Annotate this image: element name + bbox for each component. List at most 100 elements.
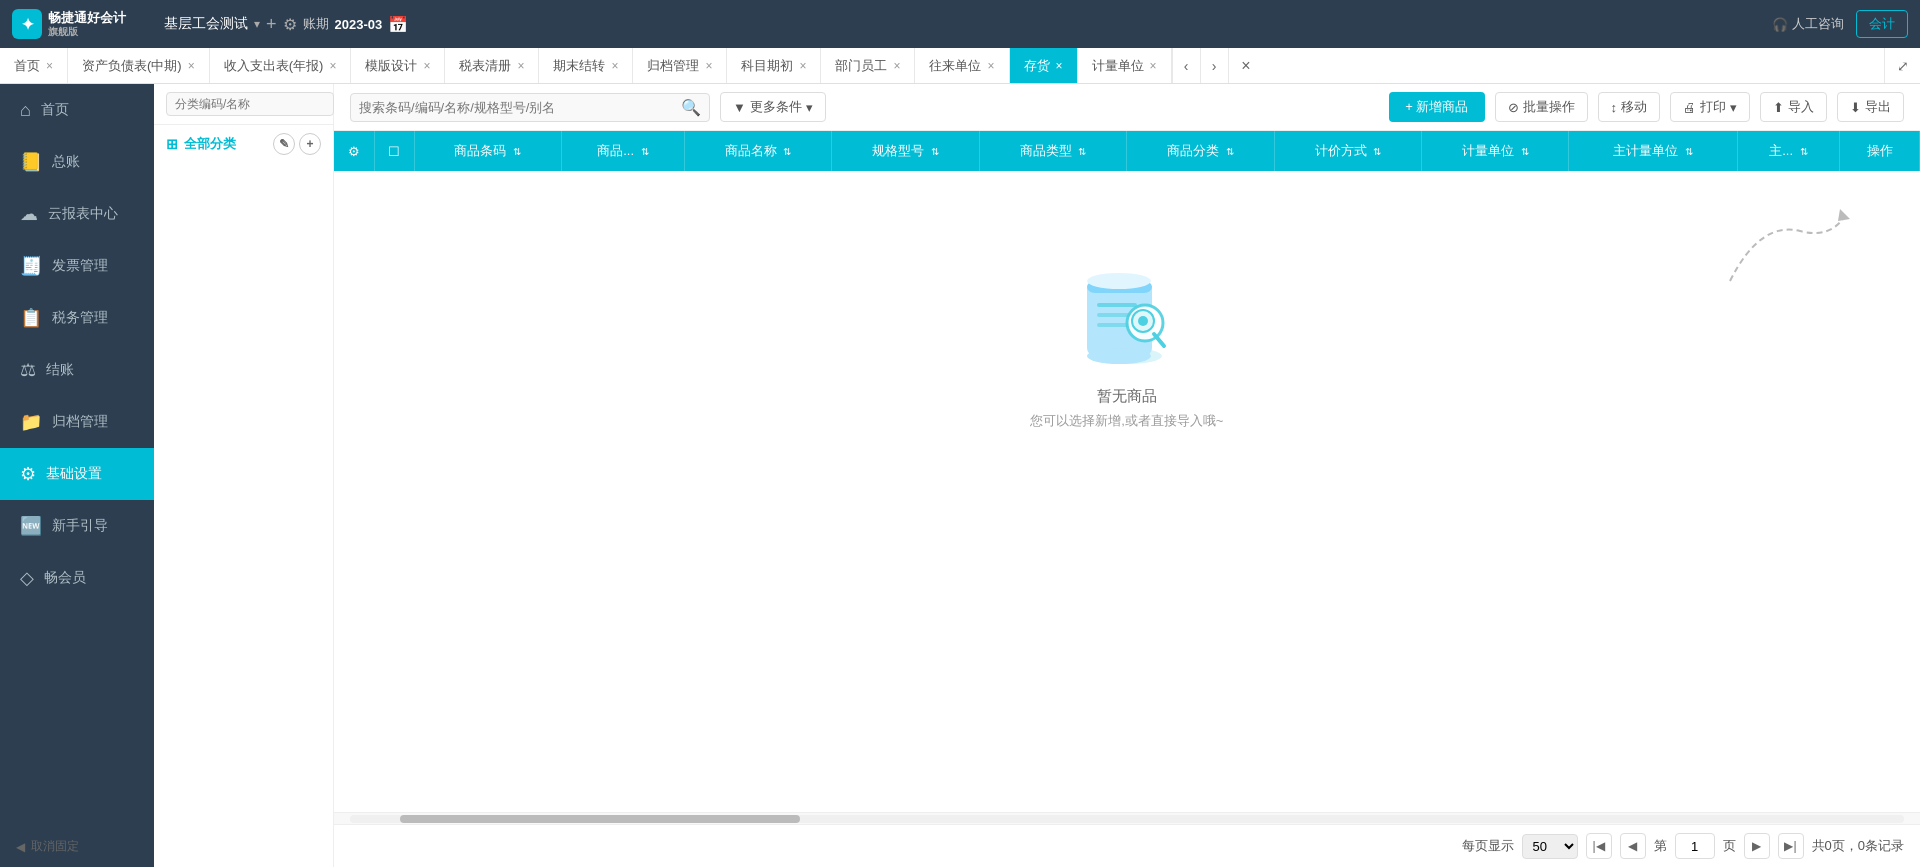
tab-home-close[interactable]: × <box>46 60 53 72</box>
tab-tax-close[interactable]: × <box>517 60 524 72</box>
sort-name-icon[interactable]: ⇅ <box>783 146 791 157</box>
sort-code-icon[interactable]: ⇅ <box>641 146 649 157</box>
tab-expand-btn[interactable]: ⤢ <box>1884 48 1920 84</box>
export-button[interactable]: ⬇ 导出 <box>1837 92 1904 122</box>
th-price-method[interactable]: 计价方式 ⇅ <box>1274 131 1421 171</box>
settings-org-icon[interactable]: ⚙ <box>283 15 297 34</box>
th-type[interactable]: 商品类型 ⇅ <box>979 131 1126 171</box>
tab-partner-close[interactable]: × <box>987 60 994 72</box>
sidebar-item-archive[interactable]: 📁 归档管理 <box>0 396 154 448</box>
empty-illustration <box>1067 251 1187 371</box>
first-page-btn[interactable]: |◀ <box>1586 833 1612 859</box>
th-name[interactable]: 商品名称 ⇅ <box>684 131 831 171</box>
sidebar-item-basic[interactable]: ⚙ 基础设置 <box>0 448 154 500</box>
th-spec[interactable]: 规格型号 ⇅ <box>832 131 979 171</box>
tab-period[interactable]: 期末结转 × <box>539 48 633 84</box>
tab-archive[interactable]: 归档管理 × <box>633 48 727 84</box>
th-checkbox[interactable]: ☐ <box>374 131 414 171</box>
tab-home[interactable]: 首页 × <box>0 48 68 84</box>
calendar-icon[interactable]: 📅 <box>388 15 408 34</box>
batch-ops-button[interactable]: ⊘ 批量操作 <box>1495 92 1588 122</box>
sort-category-icon[interactable]: ⇅ <box>1226 146 1234 157</box>
page-number-input[interactable] <box>1675 833 1715 859</box>
page-size-select[interactable]: 20 50 100 <box>1522 834 1578 859</box>
import-button[interactable]: ⬆ 导入 <box>1760 92 1827 122</box>
sidebar-item-home[interactable]: ⌂ 首页 <box>0 84 154 136</box>
sort-price-icon[interactable]: ⇅ <box>1373 146 1381 157</box>
sort-col12-icon[interactable]: ⇅ <box>1800 146 1808 157</box>
main-layout: ⌂ 首页 📒 总账 ☁ 云报表中心 🧾 发票管理 📋 税务管理 ⚖ 结账 📁 归… <box>0 84 1920 867</box>
th-col12[interactable]: 主... ⇅ <box>1737 131 1839 171</box>
tab-subject[interactable]: 科目期初 × <box>727 48 821 84</box>
main-search-input[interactable] <box>359 100 675 115</box>
tab-unit[interactable]: 计量单位 × <box>1078 48 1172 84</box>
tab-income[interactable]: 收入支出表(年报) × <box>210 48 352 84</box>
tab-next-btn[interactable]: › <box>1200 48 1228 84</box>
tab-close-all-btn[interactable]: × <box>1228 48 1264 84</box>
add-org-icon[interactable]: + <box>266 14 277 35</box>
move-button[interactable]: ↕ 移动 <box>1598 92 1661 122</box>
user-button[interactable]: 会计 <box>1856 10 1908 38</box>
tab-dept-close[interactable]: × <box>893 60 900 72</box>
sidebar-item-member[interactable]: ◇ 畅会员 <box>0 552 154 604</box>
move-label: 移动 <box>1621 98 1647 116</box>
next-page-btn[interactable]: ▶ <box>1744 833 1770 859</box>
horizontal-scrollbar[interactable] <box>334 812 1920 824</box>
sidebar-item-settle[interactable]: ⚖ 结账 <box>0 344 154 396</box>
sidebar-unpin[interactable]: ◀ 取消固定 <box>0 826 154 867</box>
th-settings[interactable]: ⚙ <box>334 131 374 171</box>
category-add-btn[interactable]: + <box>299 133 321 155</box>
tab-balance-close[interactable]: × <box>188 60 195 72</box>
tab-home-label: 首页 <box>14 57 40 75</box>
th-barcode[interactable]: 商品条码 ⇅ <box>414 131 561 171</box>
tab-template-close[interactable]: × <box>423 60 430 72</box>
more-filters-button[interactable]: ▼ 更多条件 ▾ <box>720 92 826 122</box>
pagination-bar: 每页显示 20 50 100 |◀ ◀ 第 页 ▶ ▶| 共0页，0条记录 <box>334 824 1920 867</box>
tab-unit-close[interactable]: × <box>1150 60 1157 72</box>
tab-archive-close[interactable]: × <box>705 60 712 72</box>
th-category[interactable]: 商品分类 ⇅ <box>1127 131 1274 171</box>
th-unit-label: 计量单位 <box>1462 143 1514 158</box>
sort-unit-icon[interactable]: ⇅ <box>1521 146 1529 157</box>
tab-income-close[interactable]: × <box>329 60 336 72</box>
tab-balance[interactable]: 资产负债表(中期) × <box>68 48 210 84</box>
tab-prev-btn[interactable]: ‹ <box>1172 48 1200 84</box>
tab-tax[interactable]: 税表清册 × <box>445 48 539 84</box>
th-code[interactable]: 商品... ⇅ <box>561 131 684 171</box>
page-word: 第 <box>1654 837 1667 855</box>
last-page-btn[interactable]: ▶| <box>1778 833 1804 859</box>
scrollbar-thumb[interactable] <box>400 815 800 823</box>
sidebar-item-ledger[interactable]: 📒 总账 <box>0 136 154 188</box>
unpin-icon: ◀ <box>16 840 25 854</box>
main-search-icon[interactable]: 🔍 <box>681 98 701 117</box>
th-category-label: 商品分类 <box>1167 143 1219 158</box>
sort-barcode-icon[interactable]: ⇅ <box>513 146 521 157</box>
sidebar-item-guide[interactable]: 🆕 新手引导 <box>0 500 154 552</box>
sort-type-icon[interactable]: ⇅ <box>1078 146 1086 157</box>
tab-template[interactable]: 模版设计 × <box>351 48 445 84</box>
sort-spec-icon[interactable]: ⇅ <box>931 146 939 157</box>
print-button[interactable]: 🖨 打印 ▾ <box>1670 92 1750 122</box>
th-main-unit[interactable]: 主计量单位 ⇅ <box>1569 131 1737 171</box>
tab-archive-label: 归档管理 <box>647 57 699 75</box>
sidebar-item-invoice[interactable]: 🧾 发票管理 <box>0 240 154 292</box>
tab-period-close[interactable]: × <box>611 60 618 72</box>
support-button[interactable]: 🎧 人工咨询 <box>1772 15 1844 33</box>
tab-subject-close[interactable]: × <box>799 60 806 72</box>
tab-partner[interactable]: 往来单位 × <box>915 48 1009 84</box>
category-all[interactable]: ⊞ 全部分类 ✎ + <box>154 125 333 163</box>
category-edit-btn[interactable]: ✎ <box>273 133 295 155</box>
export-label: 导出 <box>1865 98 1891 116</box>
tab-dept[interactable]: 部门员工 × <box>821 48 915 84</box>
empty-title: 暂无商品 <box>1097 387 1157 406</box>
org-dropdown-arrow[interactable]: ▾ <box>254 17 260 31</box>
add-product-button[interactable]: + 新增商品 <box>1389 92 1484 122</box>
tab-inventory-close[interactable]: × <box>1056 60 1063 72</box>
th-unit[interactable]: 计量单位 ⇅ <box>1422 131 1569 171</box>
sidebar-item-tax[interactable]: 📋 税务管理 <box>0 292 154 344</box>
sort-main-unit-icon[interactable]: ⇅ <box>1685 146 1693 157</box>
sidebar-item-reports[interactable]: ☁ 云报表中心 <box>0 188 154 240</box>
category-search-input[interactable] <box>166 92 334 116</box>
tab-inventory[interactable]: 存货 × <box>1010 48 1078 84</box>
prev-page-btn[interactable]: ◀ <box>1620 833 1646 859</box>
